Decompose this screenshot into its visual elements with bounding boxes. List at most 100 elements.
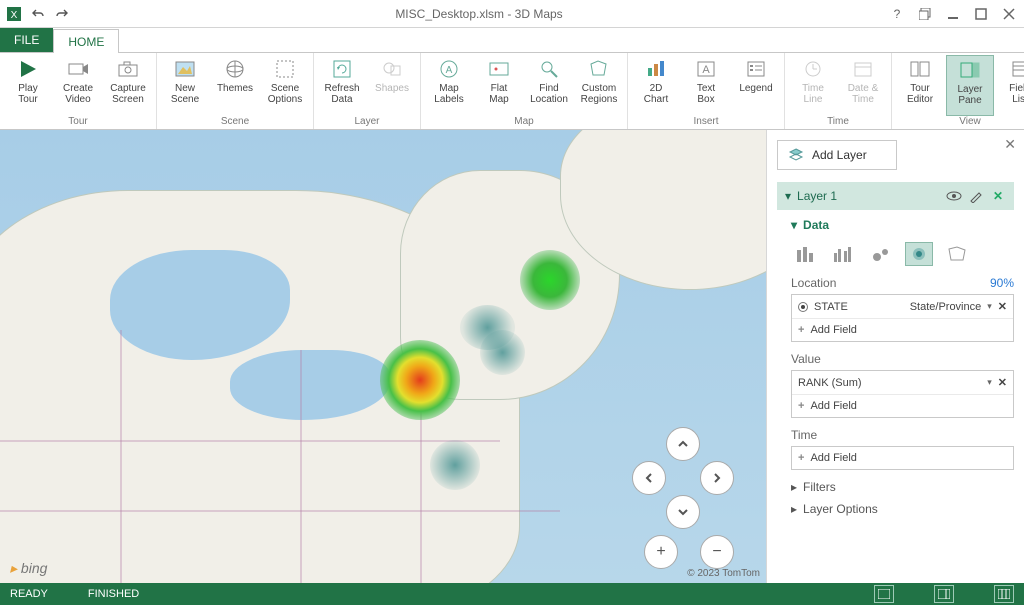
shapes-button[interactable]: Shapes: [368, 55, 416, 116]
find-location-icon: [537, 57, 561, 81]
remove-field-icon[interactable]: ✕: [998, 300, 1007, 313]
viz-region[interactable]: [943, 242, 971, 266]
scene-options-button[interactable]: SceneOptions: [261, 55, 309, 116]
location-field-row[interactable]: STATE State/Province ▾ ✕: [792, 295, 1013, 318]
map-canvas[interactable]: + − ▸ bing © 2023 TomTom: [0, 130, 766, 583]
group-label: Scene: [161, 116, 309, 129]
layer-pane-button[interactable]: LayerPane: [946, 55, 994, 116]
heatmap-spot: [380, 340, 460, 420]
find-location-button[interactable]: FindLocation: [525, 55, 573, 116]
add-location-field[interactable]: +Add Field: [792, 318, 1013, 341]
svg-text:A: A: [702, 64, 710, 76]
camera-icon: [116, 57, 140, 81]
close-icon[interactable]: [1000, 5, 1018, 23]
video-icon: [66, 57, 90, 81]
redo-icon[interactable]: [54, 6, 70, 22]
tilt-down-button[interactable]: [666, 495, 700, 529]
pane-close-icon[interactable]: ✕: [1004, 136, 1016, 153]
status-view-1[interactable]: [874, 585, 894, 603]
play-tour-button[interactable]: PlayTour: [4, 55, 52, 116]
restore-down-icon[interactable]: [916, 5, 934, 23]
group-label: View: [896, 116, 1024, 129]
viz-stacked-column[interactable]: [791, 242, 819, 266]
visibility-icon[interactable]: [946, 188, 962, 204]
zoom-out-button[interactable]: −: [700, 535, 734, 569]
text-box-button[interactable]: ATextBox: [682, 55, 730, 116]
radio-icon[interactable]: [798, 302, 808, 312]
themes-button[interactable]: Themes: [211, 55, 259, 116]
layer-header[interactable]: ▾ Layer 1 ✕: [777, 182, 1014, 210]
new-scene-button[interactable]: NewScene: [161, 55, 209, 116]
refresh-data-button[interactable]: RefreshData: [318, 55, 366, 116]
time-label: Time: [791, 428, 817, 442]
viz-bubble[interactable]: [867, 242, 895, 266]
date-time-button[interactable]: Date &Time: [839, 55, 887, 116]
map-labels-button[interactable]: AMapLabels: [425, 55, 473, 116]
undo-icon[interactable]: [30, 6, 46, 22]
maximize-icon[interactable]: [972, 5, 990, 23]
map-attribution: © 2023 TomTom: [687, 568, 760, 579]
layer-pane: ✕ Add Layer ▾ Layer 1 ✕ ▾Data Location90…: [766, 130, 1024, 583]
visualization-type-row: [791, 242, 1014, 266]
group-tour: PlayTour CreateVideo CaptureScreen Tour: [0, 53, 157, 129]
add-value-field[interactable]: +Add Field: [792, 394, 1013, 417]
legend-icon: [744, 57, 768, 81]
regions-icon: [587, 57, 611, 81]
location-field-type[interactable]: State/Province: [910, 301, 982, 313]
2d-chart-button[interactable]: 2DChart: [632, 55, 680, 116]
location-field-name: STATE: [814, 301, 848, 313]
viz-clustered-column[interactable]: [829, 242, 857, 266]
capture-screen-button[interactable]: CaptureScreen: [104, 55, 152, 116]
custom-regions-button[interactable]: CustomRegions: [575, 55, 623, 116]
chevron-down-icon[interactable]: ▾: [987, 377, 992, 388]
remove-field-icon[interactable]: ✕: [998, 376, 1007, 389]
edit-icon[interactable]: [968, 188, 984, 204]
time-line-button[interactable]: TimeLine: [789, 55, 837, 116]
timeline-icon: [801, 57, 825, 81]
value-group: Value RANK (Sum) ▾ ✕ +Add Field: [791, 352, 1014, 418]
add-layer-button[interactable]: Add Layer: [777, 140, 897, 170]
location-confidence[interactable]: 90%: [990, 276, 1014, 290]
group-scene: NewScene Themes SceneOptions Scene: [157, 53, 314, 129]
field-list-icon: [1008, 57, 1024, 81]
delete-layer-icon[interactable]: ✕: [990, 188, 1006, 204]
data-section-toggle[interactable]: ▾Data: [791, 218, 1014, 232]
field-list-button[interactable]: FieldList: [996, 55, 1024, 116]
layer-pane-icon: [958, 58, 982, 82]
viz-heatmap[interactable]: [905, 242, 933, 266]
layer-options-section-toggle[interactable]: ▸Layer Options: [791, 502, 1014, 516]
text-box-icon: A: [694, 57, 718, 81]
legend-button[interactable]: Legend: [732, 55, 780, 116]
group-label: Map: [425, 116, 623, 129]
heatmap-spot: [480, 330, 525, 375]
editor-icon: [908, 57, 932, 81]
map-provider-logo: ▸ bing: [10, 560, 47, 577]
window-title: MISC_Desktop.xlsm - 3D Maps: [70, 7, 888, 21]
create-video-button[interactable]: CreateVideo: [54, 55, 102, 116]
flat-map-button[interactable]: FlatMap: [475, 55, 523, 116]
add-time-field[interactable]: +Add Field: [792, 447, 1013, 469]
tour-editor-button[interactable]: TourEditor: [896, 55, 944, 116]
value-field-row[interactable]: RANK (Sum) ▾ ✕: [792, 371, 1013, 394]
help-icon[interactable]: ?: [888, 5, 906, 23]
chevron-down-icon[interactable]: ▾: [987, 301, 992, 312]
rotate-right-button[interactable]: [700, 461, 734, 495]
tab-home[interactable]: HOME: [53, 29, 119, 53]
svg-text:X: X: [11, 10, 18, 21]
rotate-left-button[interactable]: [632, 461, 666, 495]
status-view-2[interactable]: [934, 585, 954, 603]
zoom-in-button[interactable]: +: [644, 535, 678, 569]
filters-section-toggle[interactable]: ▸Filters: [791, 480, 1014, 494]
layers-icon: [788, 147, 804, 163]
group-view: TourEditor LayerPane FieldList View: [892, 53, 1024, 129]
status-view-3[interactable]: [994, 585, 1014, 603]
minimize-icon[interactable]: [944, 5, 962, 23]
group-label: Tour: [4, 116, 152, 129]
tab-file[interactable]: FILE: [0, 28, 53, 52]
excel-logo-icon: X: [6, 6, 22, 22]
tilt-up-button[interactable]: [666, 427, 700, 461]
group-layer: RefreshData Shapes Layer: [314, 53, 421, 129]
svg-text:A: A: [446, 65, 453, 76]
refresh-icon: [330, 57, 354, 81]
chevron-down-icon: ▾: [791, 218, 797, 232]
